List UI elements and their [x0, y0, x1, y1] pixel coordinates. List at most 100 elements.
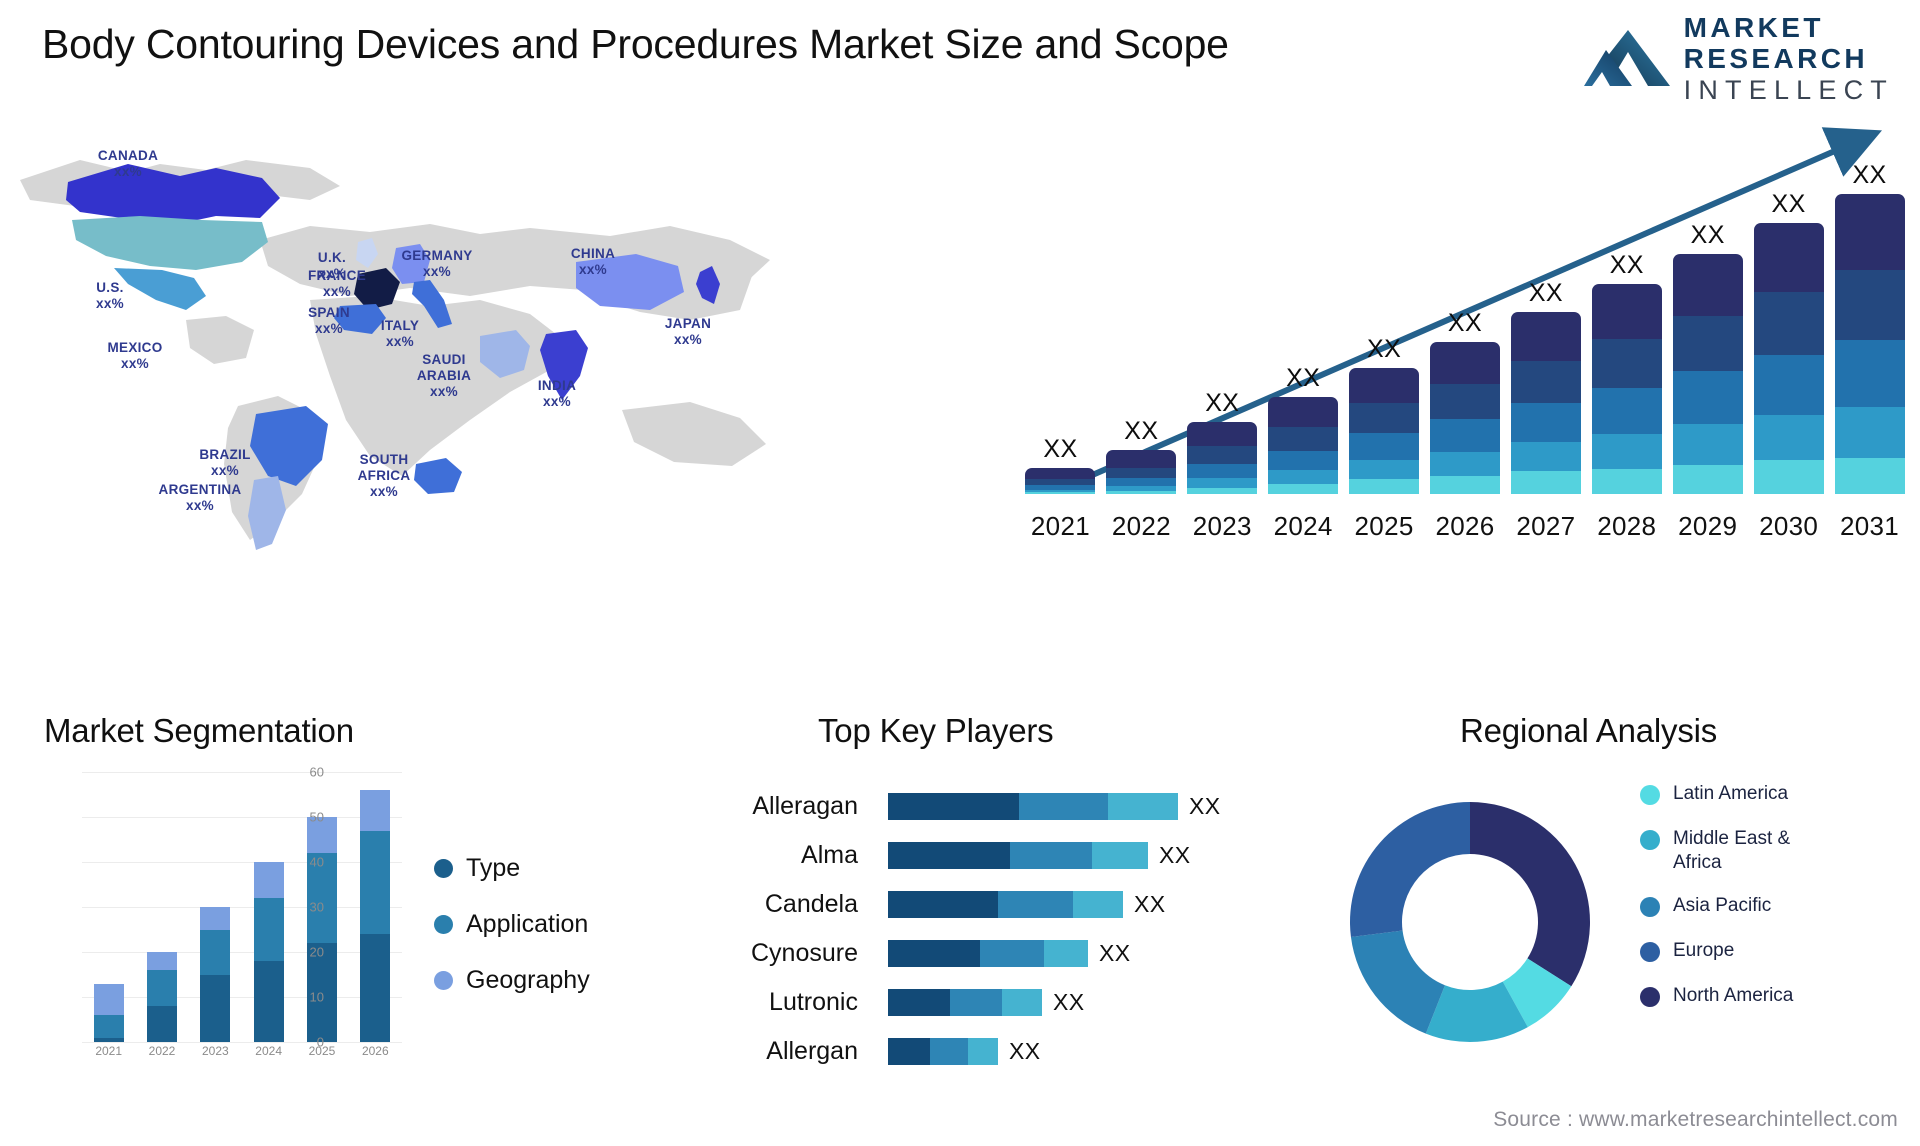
regional-analysis-title: Regional Analysis — [1460, 712, 1718, 749]
growth-bar-segment-segment-1-cyan — [1672, 464, 1743, 494]
map-label-name: ARGENTINA — [158, 482, 242, 497]
segmentation-segment-type — [146, 1006, 177, 1042]
growth-bar-segment-segment-5-navy — [1753, 223, 1824, 292]
regional-legend-label: Latin America — [1673, 783, 1789, 804]
growth-bar-group: XX — [1748, 134, 1829, 494]
regional-legend-item[interactable]: Europe — [1640, 939, 1823, 965]
donut-slice-asia-pacific[interactable] — [1350, 930, 1445, 1034]
segmentation-legend-item[interactable]: Geography — [434, 966, 590, 995]
segmentation-bar-group — [135, 772, 188, 1042]
map-label-value: xx% — [579, 261, 607, 277]
map-label-saudi-arabia: SAUDI ARABIA xx% — [417, 352, 471, 400]
map-landmass — [186, 316, 254, 364]
growth-bar-segment-segment-1-cyan — [1834, 457, 1905, 494]
player-row: Alma XX — [650, 831, 1310, 880]
growth-bar — [1591, 284, 1662, 494]
segmentation-bar — [93, 983, 124, 1042]
player-name: Alma — [801, 841, 858, 869]
map-label-italy: ITALY xx% — [381, 318, 419, 350]
player-bar — [888, 989, 1042, 1016]
segmentation-x-tick-label: 2024 — [255, 1044, 282, 1058]
growth-bar-value-label: XX — [1852, 161, 1887, 189]
player-bar-segment-part-3-cyan — [968, 1038, 998, 1065]
legend-swatch-icon — [434, 971, 453, 990]
segmentation-x-tick-label: 2022 — [148, 1044, 176, 1058]
segmentation-bar-group — [189, 772, 242, 1042]
map-label-value: xx% — [96, 295, 124, 311]
player-bar-segment-part-1-navy — [888, 989, 950, 1016]
player-row: Lutronic XX — [650, 978, 1310, 1027]
growth-bar-segment-segment-1-cyan — [1268, 484, 1339, 494]
regional-donut-graphic — [1350, 802, 1590, 1042]
segmentation-legend-item[interactable]: Type — [434, 854, 590, 883]
map-country-south-africa — [414, 458, 462, 494]
segmentation-segment-type — [200, 974, 231, 1042]
segmentation-legend-label: Type — [466, 854, 521, 882]
player-bar-segment-part-1-navy — [888, 1038, 930, 1065]
player-value-label: XX — [1189, 793, 1221, 819]
mountain-m-logo-icon — [1583, 28, 1670, 90]
growth-bar-value-label: XX — [1043, 434, 1078, 463]
map-label-mexico: MEXICO xx% — [107, 340, 162, 372]
growth-bar-segment-segment-4-darkblue — [1187, 446, 1258, 464]
growth-bar-segment-segment-4-darkblue — [1753, 291, 1824, 355]
legend-swatch-icon — [1640, 785, 1660, 805]
growth-year-label: 2024 — [1273, 511, 1333, 541]
map-label-france: FRANCE xx% — [308, 268, 366, 300]
player-bar-segment-part-2-steel — [998, 891, 1073, 918]
growth-bar-segment-segment-5-navy — [1268, 396, 1339, 427]
growth-bar-segment-segment-3-steel — [1429, 419, 1500, 452]
regional-legend-item[interactable]: North America — [1640, 984, 1823, 1010]
regional-legend-item[interactable]: Asia Pacific — [1640, 894, 1823, 920]
map-label-name: SAUDI ARABIA — [416, 352, 472, 383]
growth-bar-segment-segment-2-azure — [1510, 441, 1581, 472]
donut-slice-europe[interactable] — [1350, 802, 1470, 938]
legend-swatch-icon — [1640, 896, 1660, 917]
regional-legend-item[interactable]: Latin America — [1640, 782, 1823, 808]
growth-bar-segment-segment-1-cyan — [1591, 469, 1662, 494]
segmentation-segment-application — [93, 1015, 124, 1038]
growth-bar-segment-segment-4-darkblue — [1510, 360, 1581, 404]
growth-bar-segment-segment-5-navy — [1349, 367, 1420, 404]
brand-line-2: RESEARCH — [1683, 43, 1868, 74]
growth-bar-segment-segment-5-navy — [1429, 342, 1500, 384]
player-name: Candela — [764, 890, 858, 918]
growth-bar-group: XX — [1425, 134, 1506, 494]
growth-bar-segment-segment-3-steel — [1834, 339, 1905, 407]
growth-bar-segment-segment-5-navy — [1187, 421, 1258, 447]
regional-legend-label: Europe — [1673, 939, 1735, 961]
segmentation-bar-group — [82, 772, 135, 1042]
segmentation-segment-geography — [253, 862, 284, 898]
regional-legend-item[interactable]: Middle East & Africa — [1640, 827, 1823, 875]
growth-bar-segment-segment-5-navy — [1672, 254, 1743, 316]
player-bar — [888, 842, 1148, 869]
growth-forecast-chart: XX XX XX XX XX XX XX XX XX XX XX 2021 2022 2023 2024 2… — [1020, 120, 1910, 550]
growth-bar-segment-segment-2-azure — [1429, 451, 1500, 477]
segmentation-legend-item[interactable]: Application — [434, 910, 590, 939]
segmentation-segment-application — [200, 929, 231, 975]
segmentation-segment-geography — [146, 952, 177, 970]
growth-year-label: 2029 — [1678, 511, 1738, 541]
segmentation-legend-label: Geography — [466, 966, 590, 994]
brand-logo: MARKET RESEARCH INTELLECT — [1583, 14, 1894, 104]
growth-bar-value-label: XX — [1447, 309, 1483, 338]
map-label-name: MEXICO — [107, 340, 163, 355]
map-label-name: SOUTH AFRICA — [357, 452, 411, 483]
map-label-value: xx% — [423, 263, 451, 279]
segmentation-bar — [360, 790, 391, 1042]
donut-slice-north-america[interactable] — [1470, 802, 1590, 987]
player-bar-segment-part-3-cyan — [1073, 891, 1123, 918]
growth-bar-group: XX — [1829, 134, 1910, 494]
growth-bar — [1268, 396, 1339, 494]
growth-bar-segment-segment-1-cyan — [1753, 460, 1824, 494]
growth-bar-group: XX — [1101, 134, 1182, 494]
map-label-name: U.K. — [317, 250, 347, 265]
legend-swatch-icon — [1640, 941, 1660, 962]
segmentation-y-tick-label: 50 — [309, 809, 324, 825]
page-title: Body Contouring Devices and Procedures M… — [42, 21, 1229, 67]
segmentation-bar-group — [349, 772, 402, 1042]
regional-legend-label: Middle East & Africa — [1673, 828, 1791, 873]
segmentation-y-tick-label: 30 — [309, 899, 324, 915]
growth-bar-value-label: XX — [1205, 388, 1240, 417]
growth-bar-value-label: XX — [1367, 334, 1402, 363]
